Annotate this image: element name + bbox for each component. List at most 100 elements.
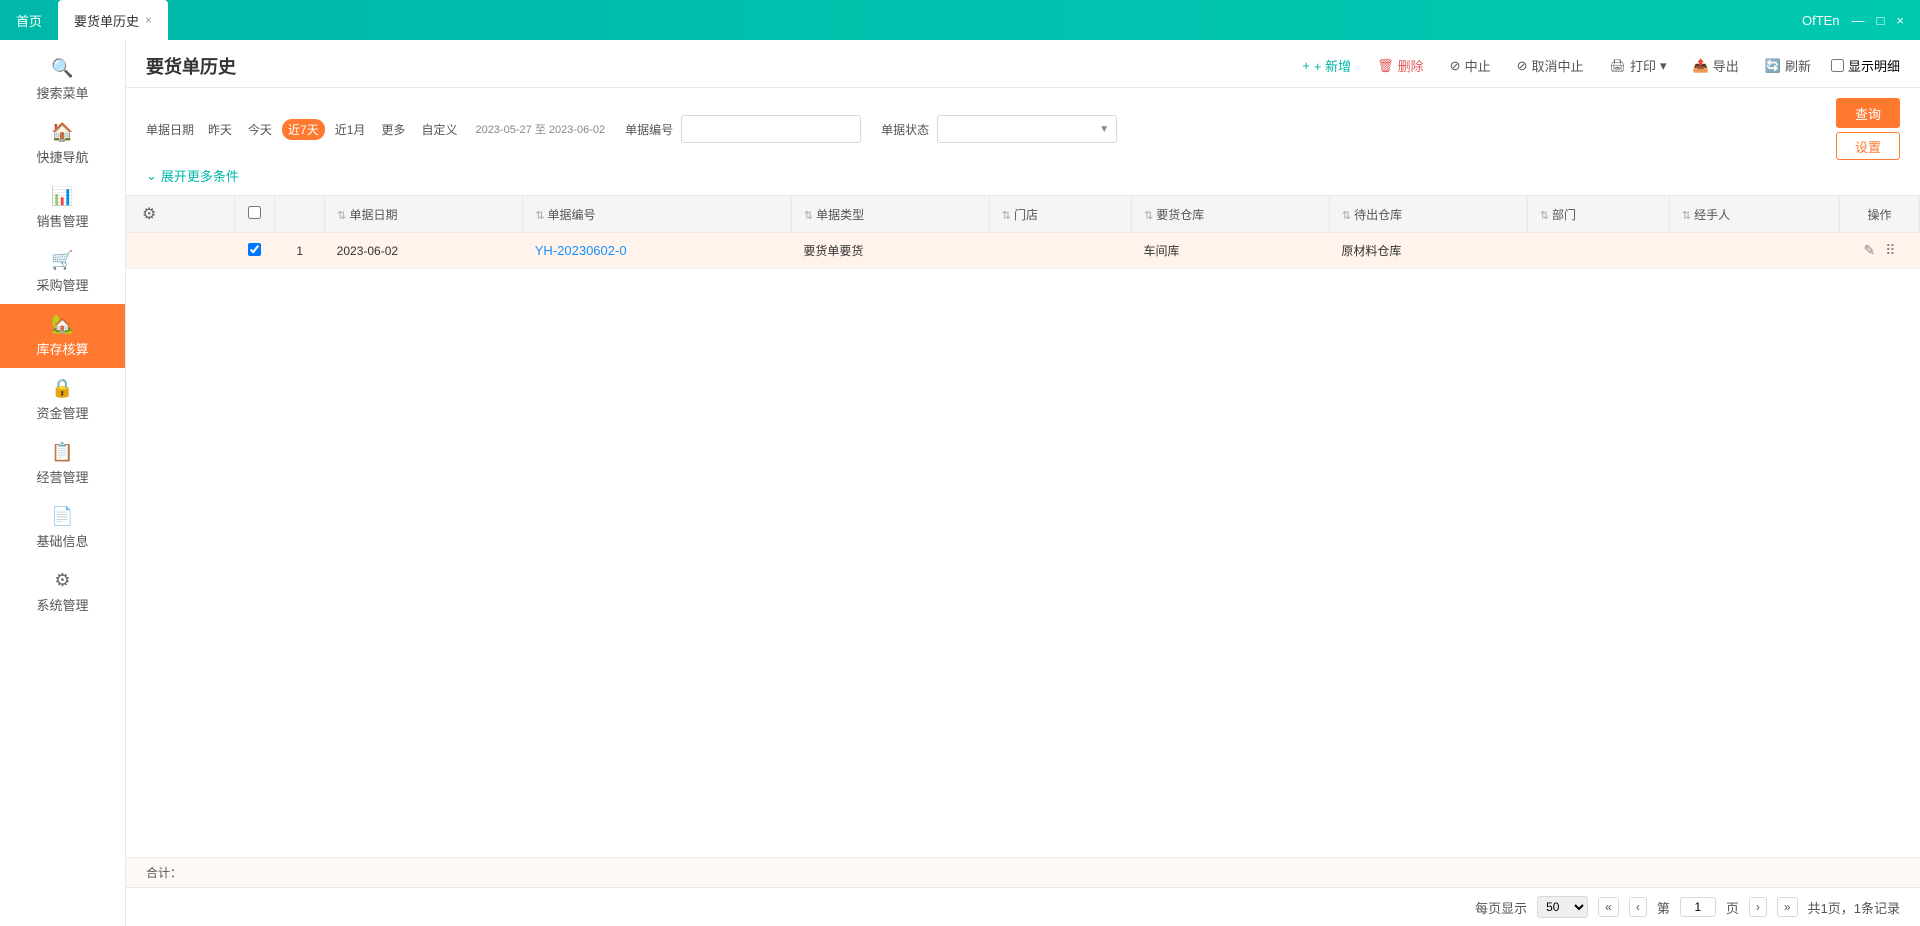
stop-icon: ⊘ <box>1450 58 1461 74</box>
print-button-label: 打印 <box>1630 56 1656 75</box>
page-title: 要货单历史 <box>146 53 236 79</box>
cell-req-warehouse: 车间库 <box>1131 233 1329 269</box>
col-req-warehouse[interactable]: 要货仓库 <box>1131 196 1329 233</box>
more-ops-icon[interactable]: ⠿ <box>1883 240 1897 261</box>
display-detail-checkbox[interactable] <box>1831 59 1844 72</box>
query-button[interactable]: 查询 <box>1836 98 1900 128</box>
table-row: 1 2023-06-02 YH-20230602-0 要货单要货 车间库 原材料… <box>126 233 1920 269</box>
sales-mgmt-icon: 📊 <box>51 186 73 207</box>
col-checkbox <box>235 196 275 233</box>
cell-date: 2023-06-02 <box>325 233 523 269</box>
sidebar-item-sales-mgmt-label: 销售管理 <box>36 211 88 230</box>
per-page-select[interactable]: 50 10 20 100 <box>1537 896 1588 918</box>
filter-area: 单据日期 昨天 今天 近7天 近1月 更多 自定义 2023-05-27 至 2… <box>126 88 1920 196</box>
sidebar-item-ops-mgmt[interactable]: 📋 经营管理 <box>0 432 125 496</box>
cancel-stop-button-label: 取消中止 <box>1532 56 1584 75</box>
status-select-wrapper <box>937 115 1117 143</box>
refresh-button[interactable]: 🔄 刷新 <box>1759 52 1817 79</box>
page-number-input[interactable] <box>1680 897 1716 917</box>
date-shortcut-yesterday[interactable]: 昨天 <box>202 119 238 140</box>
top-bar: 首页 要货单历史 × OfTEn — □ × <box>0 0 1920 40</box>
sidebar-item-search-menu[interactable]: 🔍 搜索菜单 <box>0 48 125 112</box>
status-select[interactable] <box>937 115 1117 143</box>
filter-settings-button[interactable]: 设置 <box>1836 132 1900 160</box>
new-button[interactable]: + + 新增 <box>1296 52 1357 79</box>
select-all-checkbox[interactable] <box>248 206 261 219</box>
sidebar-item-sys-mgmt[interactable]: ⚙ 系统管理 <box>0 560 125 624</box>
col-dept[interactable]: 部门 <box>1527 196 1669 233</box>
col-date[interactable]: 单据日期 <box>325 196 523 233</box>
date-shortcut-7days[interactable]: 近7天 <box>282 119 325 140</box>
cancel-stop-button[interactable]: ⊘ 取消中止 <box>1511 52 1590 79</box>
minimize-button[interactable]: — <box>1852 13 1865 28</box>
col-settings[interactable]: ⚙ <box>126 196 235 233</box>
top-bar-right: OfTEn — □ × <box>1802 13 1920 28</box>
refresh-icon: 🔄 <box>1765 58 1781 74</box>
tab-order-history[interactable]: 要货单历史 × <box>58 0 168 40</box>
next-page-button[interactable]: › <box>1749 897 1767 917</box>
date-shortcut-today[interactable]: 今天 <box>242 119 278 140</box>
date-shortcut-custom[interactable]: 自定义 <box>415 119 463 140</box>
display-detail-toggle[interactable]: 显示明细 <box>1831 56 1900 75</box>
col-handler[interactable]: 经手人 <box>1669 196 1839 233</box>
date-shortcuts: 昨天 今天 近7天 近1月 更多 自定义 <box>202 119 463 140</box>
cell-dept <box>1527 233 1669 269</box>
stop-button[interactable]: ⊘ 中止 <box>1444 52 1497 79</box>
print-button[interactable]: 🖨 打印 ▾ <box>1604 52 1673 79</box>
col-number[interactable]: 单据编号 <box>523 196 792 233</box>
first-page-button[interactable]: « <box>1598 897 1619 917</box>
prev-page-button[interactable]: ‹ <box>1629 897 1647 917</box>
row-checkbox[interactable] <box>248 243 261 256</box>
date-filter-label: 单据日期 <box>146 121 194 138</box>
base-info-icon: 📄 <box>51 506 73 527</box>
cell-handler <box>1669 233 1839 269</box>
expand-more-label: 展开更多条件 <box>161 166 239 185</box>
date-range-text: 2023-05-27 至 2023-06-02 <box>475 121 605 137</box>
content-area: 要货单历史 + + 新增 🗑 删除 ⊘ 中止 ⊘ 取消中止 <box>126 40 1920 926</box>
sidebar-item-base-info-label: 基础信息 <box>36 531 88 550</box>
sidebar-item-quick-nav[interactable]: 🏠 快捷导航 <box>0 112 125 176</box>
col-store[interactable]: 门店 <box>989 196 1131 233</box>
maximize-button[interactable]: □ <box>1877 13 1885 28</box>
delete-button[interactable]: 🗑 删除 <box>1371 52 1430 79</box>
order-number-link[interactable]: YH-20230602-0 <box>535 243 627 258</box>
cell-number: YH-20230602-0 <box>523 233 792 269</box>
last-page-button[interactable]: » <box>1777 897 1798 917</box>
col-num <box>275 196 325 233</box>
export-button[interactable]: 📤 导出 <box>1687 52 1745 79</box>
col-type[interactable]: 单据类型 <box>791 196 989 233</box>
col-pending-warehouse[interactable]: 待出仓库 <box>1329 196 1527 233</box>
delete-icon: 🗑 <box>1377 58 1394 74</box>
sidebar-item-base-info[interactable]: 📄 基础信息 <box>0 496 125 560</box>
often-label: OfTEn <box>1802 13 1840 28</box>
expand-more-button[interactable]: ⌄ 展开更多条件 <box>146 166 1900 185</box>
main-layout: 🔍 搜索菜单 🏠 快捷导航 📊 销售管理 🛒 采购管理 🏡 库存核算 🔒 资金管… <box>0 40 1920 926</box>
cell-store <box>989 233 1131 269</box>
cell-drag <box>126 233 235 269</box>
tab-home[interactable]: 首页 <box>0 0 58 40</box>
sidebar-item-sys-mgmt-label: 系统管理 <box>36 595 88 614</box>
tab-close-icon[interactable]: × <box>145 13 152 27</box>
date-shortcut-more[interactable]: 更多 <box>375 119 411 140</box>
sidebar-item-sales-mgmt[interactable]: 📊 销售管理 <box>0 176 125 240</box>
sidebar-item-inventory-calc-label: 库存核算 <box>36 339 88 358</box>
order-number-label: 单据编号 <box>625 121 673 138</box>
delete-button-label: 删除 <box>1398 56 1424 75</box>
edit-icon[interactable]: ✎ <box>1862 240 1878 261</box>
sidebar-item-quick-nav-label: 快捷导航 <box>36 147 88 166</box>
order-number-input[interactable] <box>681 115 861 143</box>
close-button[interactable]: × <box>1896 13 1904 28</box>
footer-total-label: 合计： <box>146 864 182 881</box>
table-header-row: ⚙ 单据日期 单据编号 单据类型 门店 要货仓库 待出仓库 部门 经手人 <box>126 196 1920 233</box>
date-filter-group: 单据日期 昨天 今天 近7天 近1月 更多 自定义 2023-05-27 至 2… <box>146 119 605 140</box>
stop-button-label: 中止 <box>1465 56 1491 75</box>
tab-order-history-label: 要货单历史 <box>74 11 139 30</box>
sidebar: 🔍 搜索菜单 🏠 快捷导航 📊 销售管理 🛒 采购管理 🏡 库存核算 🔒 资金管… <box>0 40 126 926</box>
expand-more-icon: ⌄ <box>146 168 157 184</box>
sidebar-item-purchase-mgmt[interactable]: 🛒 采购管理 <box>0 240 125 304</box>
inventory-calc-icon: 🏡 <box>51 314 73 335</box>
sidebar-item-inventory-calc[interactable]: 🏡 库存核算 <box>0 304 125 368</box>
table-settings-icon[interactable]: ⚙ <box>138 206 160 223</box>
sidebar-item-finance-mgmt[interactable]: 🔒 资金管理 <box>0 368 125 432</box>
date-shortcut-1month[interactable]: 近1月 <box>329 119 372 140</box>
